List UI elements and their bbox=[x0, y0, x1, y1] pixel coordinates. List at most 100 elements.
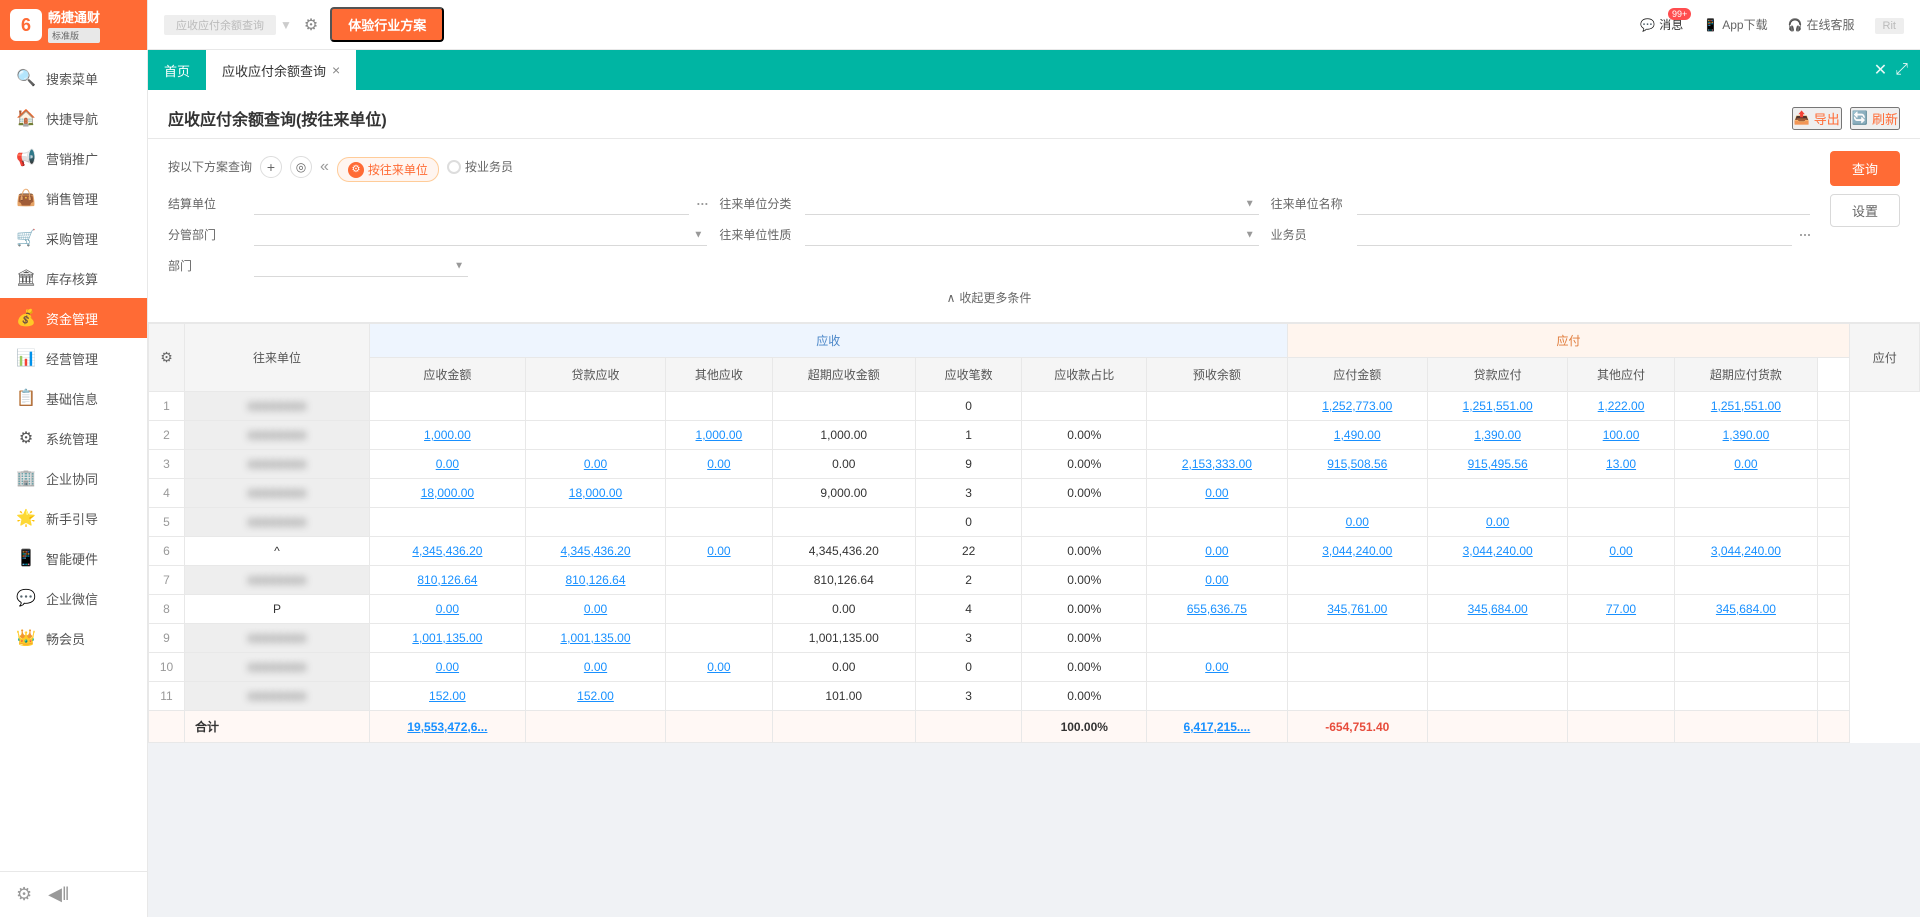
sidebar-item-operations[interactable]: 📊 经营管理 bbox=[0, 338, 147, 378]
cell-ap-other[interactable]: 1,222.00 bbox=[1568, 392, 1674, 421]
cell-ar-amount[interactable]: 0.00 bbox=[369, 653, 525, 682]
cell-ap-overdue[interactable]: 1,251,551.00 bbox=[1674, 392, 1817, 421]
filter-unitname-input[interactable] bbox=[1357, 192, 1810, 215]
sidebar-item-finance[interactable]: 💰 资金管理 bbox=[0, 298, 147, 338]
scheme-bysales[interactable]: 按业务员 bbox=[447, 158, 513, 175]
filter-salesperson-input[interactable] bbox=[1357, 223, 1792, 246]
sidebar-item-inventory[interactable]: 🏛 库存核算 bbox=[0, 258, 147, 298]
cell-ap-loan[interactable]: 1,251,551.00 bbox=[1427, 392, 1567, 421]
sidebar-item-system[interactable]: ⚙ 系统管理 bbox=[0, 418, 147, 458]
cell-ar-amount[interactable]: 0.00 bbox=[369, 595, 525, 624]
cell-ap-overdue[interactable]: 1,390.00 bbox=[1674, 421, 1817, 450]
export-button[interactable]: 📤 导出 bbox=[1792, 107, 1842, 130]
cell-ar-amount[interactable]: 810,126.64 bbox=[369, 566, 525, 595]
topbar-message[interactable]: 💬 消息 99+ bbox=[1640, 16, 1683, 33]
cell-ar-amount[interactable]: 18,000.00 bbox=[369, 479, 525, 508]
sidebar-item-marketing[interactable]: 📢 营销推广 bbox=[0, 138, 147, 178]
refresh-button[interactable]: 🔄 刷新 bbox=[1850, 107, 1900, 130]
sidebar-collapse-icon[interactable]: ◀‖ bbox=[48, 884, 69, 905]
cell-ap-loan[interactable]: 0.00 bbox=[1427, 508, 1567, 537]
table-settings-icon[interactable]: ⚙ bbox=[160, 349, 173, 365]
topbar-online-service[interactable]: 🎧 在线客服 bbox=[1788, 16, 1855, 33]
sidebar-item-member[interactable]: 👑 畅会员 bbox=[0, 618, 147, 658]
tab-home[interactable]: 首页 bbox=[148, 50, 206, 90]
sidebar-item-guide[interactable]: 🌟 新手引导 bbox=[0, 498, 147, 538]
cell-ap-loan[interactable]: 3,044,240.00 bbox=[1427, 537, 1567, 566]
cell-ap-other[interactable]: 100.00 bbox=[1568, 421, 1674, 450]
cell-ar-loan[interactable]: 0.00 bbox=[525, 595, 665, 624]
cell-ar-loan[interactable]: 0.00 bbox=[525, 450, 665, 479]
cell-ar-loan[interactable]: 18,000.00 bbox=[525, 479, 665, 508]
sidebar-item-search[interactable]: 🔍 搜索菜单 bbox=[0, 58, 147, 98]
cell-ar-prepay bbox=[1147, 624, 1287, 653]
sidebar-item-wechat[interactable]: 💬 企业微信 bbox=[0, 578, 147, 618]
cell-ar-other[interactable]: 1,000.00 bbox=[666, 421, 772, 450]
cell-ap-overdue[interactable]: 345,684.00 bbox=[1674, 595, 1817, 624]
cell-ar-loan[interactable]: 1,001,135.00 bbox=[525, 624, 665, 653]
tab-close-icon[interactable]: × bbox=[332, 62, 340, 78]
filter-salesperson-dots[interactable]: ··· bbox=[1798, 224, 1810, 245]
set-button[interactable]: 设置 bbox=[1830, 194, 1900, 227]
cell-ar-other[interactable]: 0.00 bbox=[666, 450, 772, 479]
cell-ar-prepay[interactable]: 0.00 bbox=[1147, 479, 1287, 508]
sidebar-item-sales[interactable]: 👜 销售管理 bbox=[0, 178, 147, 218]
cell-ap-other[interactable]: 0.00 bbox=[1568, 537, 1674, 566]
tabbar-close-icon[interactable]: ✕ bbox=[1874, 60, 1887, 80]
cell-ap-amount[interactable]: 0.00 bbox=[1287, 508, 1427, 537]
sidebar-item-purchase[interactable]: 🛒 采购管理 bbox=[0, 218, 147, 258]
cell-ar-loan[interactable]: 4,345,436.20 bbox=[525, 537, 665, 566]
cell-ap-loan[interactable]: 345,684.00 bbox=[1427, 595, 1567, 624]
total-ar-amount[interactable]: 19,553,472,6... bbox=[369, 711, 525, 743]
filter-add-button[interactable]: + bbox=[260, 156, 282, 178]
cell-ar-prepay[interactable]: 0.00 bbox=[1147, 537, 1287, 566]
cell-ap-overdue[interactable]: 0.00 bbox=[1674, 450, 1817, 479]
filter-jiesuan-input[interactable] bbox=[254, 192, 689, 215]
tabbar-expand-icon[interactable]: ⤢ bbox=[1895, 61, 1908, 79]
cell-ar-prepay[interactable]: 0.00 bbox=[1147, 566, 1287, 595]
cell-ar-prepay[interactable]: 655,636.75 bbox=[1147, 595, 1287, 624]
scheme-byunit[interactable]: ⚙ 按往来单位 bbox=[337, 157, 439, 182]
tab-arqry[interactable]: 应收应付余额查询 × bbox=[206, 50, 356, 90]
topbar-user[interactable]: Rit bbox=[1875, 18, 1904, 32]
cell-ap-amount[interactable]: 1,252,773.00 bbox=[1287, 392, 1427, 421]
cell-ap-amount[interactable]: 3,044,240.00 bbox=[1287, 537, 1427, 566]
sidebar-item-basic[interactable]: 📋 基础信息 bbox=[0, 378, 147, 418]
collapse-more-btn[interactable]: ∧ 收起更多条件 bbox=[168, 285, 1810, 310]
filter-scheme-button[interactable]: ◎ bbox=[290, 156, 312, 178]
cell-ar-loan[interactable]: 0.00 bbox=[525, 653, 665, 682]
cell-ap-other[interactable]: 13.00 bbox=[1568, 450, 1674, 479]
filter-unitnature-select[interactable] bbox=[805, 223, 1258, 246]
cell-ar-amount[interactable]: 152.00 bbox=[369, 682, 525, 711]
topbar-app-download[interactable]: 📱 App下载 bbox=[1703, 16, 1767, 33]
promo-button[interactable]: 体验行业方案 bbox=[330, 7, 444, 42]
cell-ap-loan[interactable]: 1,390.00 bbox=[1427, 421, 1567, 450]
filter-jiesuan-dots[interactable]: ··· bbox=[695, 193, 707, 214]
cell-ar-amount[interactable]: 1,000.00 bbox=[369, 421, 525, 450]
cell-ar-amount[interactable]: 1,001,135.00 bbox=[369, 624, 525, 653]
cell-ar-amount[interactable]: 4,345,436.20 bbox=[369, 537, 525, 566]
cell-ar-amount[interactable]: 0.00 bbox=[369, 450, 525, 479]
sidebar-item-hardware[interactable]: 📱 智能硬件 bbox=[0, 538, 147, 578]
filter-collapse-icon[interactable]: « bbox=[320, 158, 329, 176]
sidebar-item-corp[interactable]: 🏢 企业协同 bbox=[0, 458, 147, 498]
cell-ar-other[interactable]: 0.00 bbox=[666, 653, 772, 682]
filter-dept-select[interactable] bbox=[254, 223, 707, 246]
cell-ap-overdue[interactable]: 3,044,240.00 bbox=[1674, 537, 1817, 566]
cell-ar-prepay[interactable]: 0.00 bbox=[1147, 653, 1287, 682]
query-button[interactable]: 查询 bbox=[1830, 151, 1900, 186]
cell-ap-other[interactable]: 77.00 bbox=[1568, 595, 1674, 624]
cell-ar-loan[interactable]: 152.00 bbox=[525, 682, 665, 711]
filter-department-select[interactable] bbox=[254, 254, 468, 277]
sidebar-item-quick[interactable]: 🏠 快捷导航 bbox=[0, 98, 147, 138]
cell-ap-amount[interactable]: 915,508.56 bbox=[1287, 450, 1427, 479]
cell-ar-loan[interactable]: 810,126.64 bbox=[525, 566, 665, 595]
cell-ar-other[interactable]: 0.00 bbox=[666, 537, 772, 566]
topbar-gear-icon[interactable]: ⚙ bbox=[304, 15, 318, 35]
cell-ap-amount[interactable]: 1,490.00 bbox=[1287, 421, 1427, 450]
cell-ap-amount[interactable]: 345,761.00 bbox=[1287, 595, 1427, 624]
filter-unittype-select[interactable] bbox=[805, 192, 1258, 215]
total-ar-prepay[interactable]: 6,417,215.... bbox=[1147, 711, 1287, 743]
cell-ar-prepay[interactable]: 2,153,333.00 bbox=[1147, 450, 1287, 479]
sidebar-settings-icon[interactable]: ⚙ bbox=[16, 884, 32, 905]
cell-ap-loan[interactable]: 915,495.56 bbox=[1427, 450, 1567, 479]
